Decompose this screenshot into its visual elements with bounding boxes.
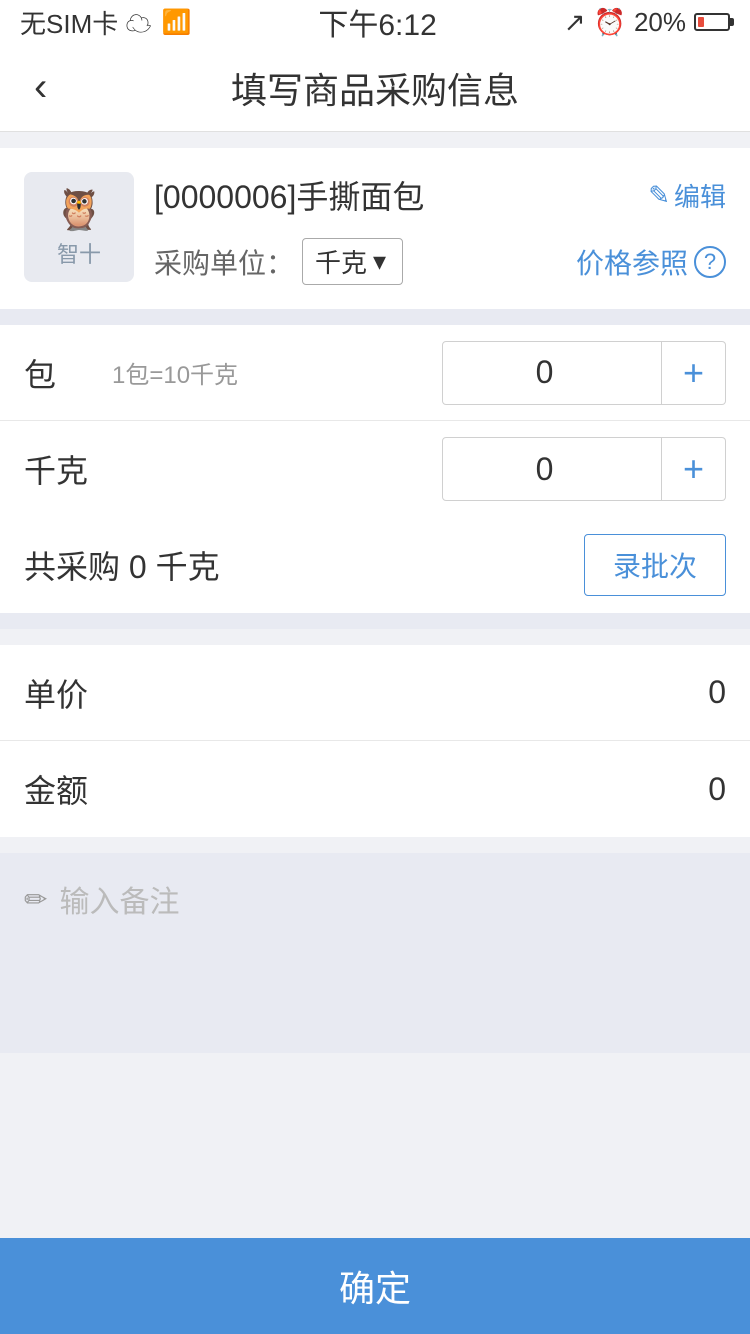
bao-input-control: + [442,341,726,405]
pencil-icon: ✏ [24,883,47,916]
confirm-button[interactable]: 确定 [0,1238,750,1334]
product-name-row: [0000006]手撕面包 ✎ 编辑 [154,172,726,218]
bao-sublabel: 1包=10千克 [112,355,442,390]
product-card: 🦉 智十 [0000006]手撕面包 ✎ 编辑 采购单位： 千克 ▾ 价格参照 … [0,148,750,309]
amount-row: 金额 0 [0,741,750,837]
unit-price-label: 单价 [24,670,88,716]
product-logo-icon: 🦉 [54,186,104,233]
location-icon: ↗ [564,7,586,38]
sim-label: 无SIM卡 ☁ [20,4,151,41]
wifi-icon: 📶 [161,8,191,37]
unit-price-row: 单价 0 [0,645,750,741]
bao-row: 包 1包=10千克 + [0,325,750,421]
divider-2 [0,613,750,629]
unit-select[interactable]: 千克 ▾ [302,238,403,285]
bao-input[interactable] [442,341,662,405]
batch-button[interactable]: 录批次 [584,534,726,596]
summary-text: 共采购 0 千克 [24,542,220,588]
edit-label: 编辑 [674,177,726,214]
status-right: ↗ ⏰ 20% [564,7,730,38]
bottom-spacer [0,1053,750,1149]
product-name: [0000006]手撕面包 [154,172,424,218]
bao-plus-button[interactable]: + [662,341,726,405]
bao-label: 包 [24,350,104,396]
kg-row: 千克 + [0,421,750,517]
edit-button[interactable]: ✎ 编辑 [648,177,726,214]
summary-row: 共采购 0 千克 录批次 [0,517,750,613]
status-left: 无SIM卡 ☁ 📶 [20,4,191,41]
note-section: ✏ 输入备注 [0,853,750,1053]
kg-plus-button[interactable]: + [662,437,726,501]
price-section: 单价 0 金额 0 [0,645,750,837]
amount-label: 金额 [24,766,88,812]
product-image: 🦉 智十 [24,172,134,282]
kg-input-control: + [442,437,726,501]
page-title: 填写商品采购信息 [231,62,519,114]
battery-text: 20% [634,7,686,38]
price-ref-label: 价格参照 [576,242,688,282]
price-ref-button[interactable]: 价格参照 ? [576,242,726,282]
unit-dropdown-icon: ▾ [373,246,386,277]
product-info: [0000006]手撕面包 ✎ 编辑 采购单位： 千克 ▾ 价格参照 ? [154,172,726,285]
nav-bar: ‹ 填写商品采购信息 [0,44,750,132]
amount-value: 0 [708,771,726,808]
battery-icon [694,13,730,31]
kg-label: 千克 [24,446,104,492]
product-logo-text: 智十 [57,237,101,269]
back-button[interactable]: ‹ [24,55,57,120]
status-bar: 无SIM卡 ☁ 📶 下午6:12 ↗ ⏰ 20% [0,0,750,44]
divider-1 [0,309,750,325]
status-time: 下午6:12 [318,0,436,44]
quantity-section: 包 1包=10千克 + 千克 + [0,325,750,517]
note-placeholder: 输入备注 [59,877,179,921]
help-icon: ? [694,246,726,278]
note-input-row[interactable]: ✏ 输入备注 [24,877,726,921]
unit-price-value: 0 [708,674,726,711]
product-unit-row: 采购单位： 千克 ▾ 价格参照 ? [154,238,726,285]
battery-fill [698,17,704,27]
edit-icon: ✎ [648,180,670,211]
alarm-icon: ⏰ [594,7,626,38]
unit-value: 千克 [315,243,367,280]
unit-label: 采购单位： [154,242,294,282]
kg-input[interactable] [442,437,662,501]
